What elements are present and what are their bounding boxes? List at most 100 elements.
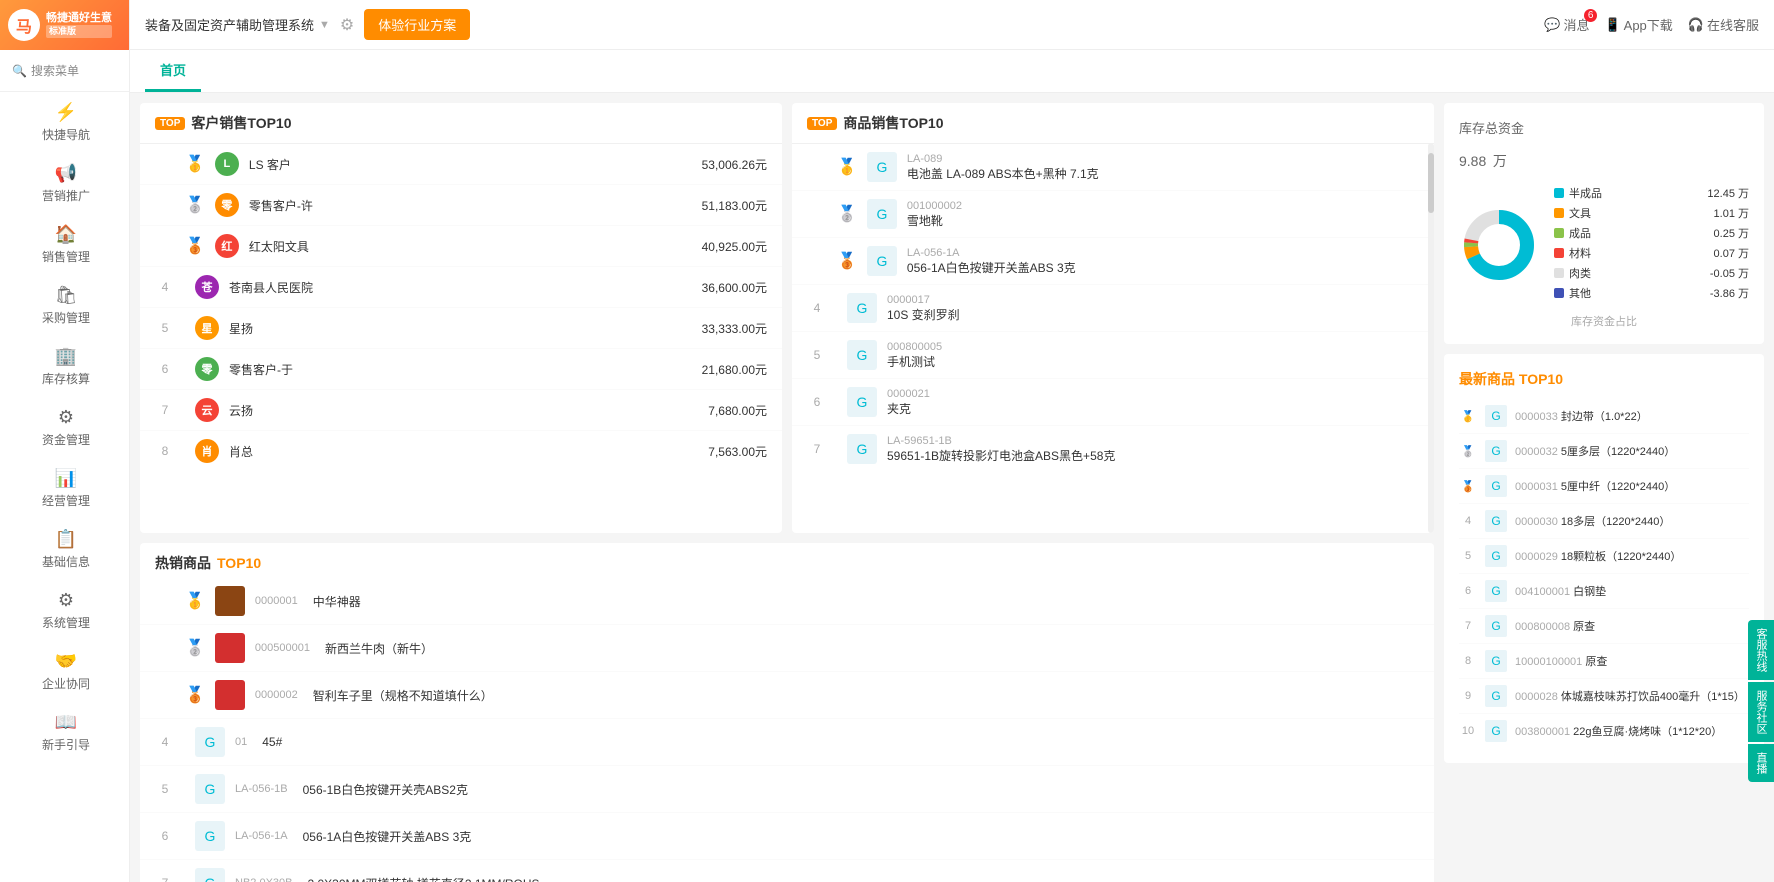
rank-avatar: 肖 <box>195 439 219 463</box>
new-product-row: 9 G 0000028 体城嘉枝味苏打饮品400毫升（1*15） <box>1459 679 1749 714</box>
sidebar-item-marketing[interactable]: 📢 营销推广 <box>0 153 129 214</box>
np-name: 18颗粒板（1220*2440） <box>1561 551 1681 563</box>
product-sales-row: 🥈 G 001000002 雪地靴 <box>792 191 1434 238</box>
rank-amount: 7,680.00元 <box>708 402 767 419</box>
hot-product-name: 056-1A白色按键开关盖ABS 3克 <box>303 828 472 845</box>
app-download-label: App下载 <box>1624 15 1673 34</box>
sidebar-item-enterprise[interactable]: 🤝 企业协同 <box>0 641 129 702</box>
hot-product-name: 45# <box>262 735 282 749</box>
product-info: LA-59651-1B 59651-1B旋转投影灯电池盒ABS黑色+58克 <box>887 435 1419 464</box>
legend-dot <box>1554 288 1564 298</box>
customer-ranking-row: 🥈 零 零售客户-许 51,183.00元 <box>140 185 782 226</box>
try-plan-button[interactable]: 体验行业方案 <box>364 9 470 40</box>
product-image: G <box>847 293 877 323</box>
hot-product-name: 中华神器 <box>313 593 361 610</box>
sidebar-item-purchase[interactable]: 🛍 采购管理 <box>0 275 129 336</box>
np-name: 22g鱼豆腐·烧烤味（1*12*20） <box>1573 726 1722 738</box>
product-sales-title: 商品销售TOP10 <box>843 113 943 133</box>
nav-label-finance: 资金管理 <box>42 431 90 448</box>
tab-home[interactable]: 首页 <box>145 50 201 92</box>
legend-value: -0.05 万 <box>1710 265 1749 281</box>
nav-label-basic-info: 基础信息 <box>42 553 90 570</box>
legend-value: 12.45 万 <box>1707 185 1749 201</box>
legend-dot <box>1554 208 1564 218</box>
float-service: 客服热线服务社区直播 <box>1748 620 1774 782</box>
hot-product-code: NB2.0X30B <box>235 877 292 882</box>
sidebar-item-system[interactable]: ⚙ 系统管理 <box>0 580 129 641</box>
product-image: G <box>867 152 897 182</box>
top-panels: TOP 客户销售TOP10 🥇 L LS 客户 53,006.26元 🥈 零 零… <box>140 103 1434 533</box>
two-col-layout: TOP 客户销售TOP10 🥇 L LS 客户 53,006.26元 🥈 零 零… <box>140 103 1764 882</box>
new-products-top-label: TOP10 <box>1519 371 1563 387</box>
hot-product-code: 0000001 <box>255 595 298 607</box>
np-info: 10000100001 原查 <box>1515 653 1749 669</box>
hot-product-row: 4 G 01 45# <box>140 719 1434 766</box>
message-button[interactable]: 💬 消息 6 <box>1544 15 1589 34</box>
main-area: 装备及固定资产辅助管理系统 ▼ ⚙ 体验行业方案 💬 消息 6 📱 App下载 … <box>130 0 1774 882</box>
np-rank: 6 <box>1459 585 1477 597</box>
legend-label: 材料 <box>1569 245 1709 261</box>
rank-amount: 36,600.00元 <box>702 279 767 296</box>
customer-ranking-row: 7 云 云扬 7,680.00元 <box>140 390 782 431</box>
new-product-row: 🥈 G 0000032 5厘多层（1220*2440） <box>1459 434 1749 469</box>
chevron-down-icon: ▼ <box>319 19 330 31</box>
np-rank: 8 <box>1459 655 1477 667</box>
nav-icon-basic-info: 📋 <box>55 529 77 550</box>
rank-name: 红太阳文具 <box>249 238 692 255</box>
np-info: 000800008 原查 <box>1515 618 1749 634</box>
right-column: 库存总资金 9.88 万 <box>1444 103 1764 882</box>
hot-product-code: 01 <box>235 736 247 748</box>
rank-name: 星扬 <box>229 320 692 337</box>
np-code: 0000028 <box>1515 691 1558 703</box>
search-menu-button[interactable]: 🔍 搜索菜单 <box>8 58 121 83</box>
customer-ranking-panel: TOP 客户销售TOP10 🥇 L LS 客户 53,006.26元 🥈 零 零… <box>140 103 782 533</box>
product-sales-panel: TOP 商品销售TOP10 🥇 G LA-089 电池盖 LA-089 ABS本… <box>792 103 1434 533</box>
product-name: 夹克 <box>887 400 1419 417</box>
np-image: G <box>1485 720 1507 742</box>
np-code: 004100001 <box>1515 586 1570 598</box>
nav-icon-finance: ⚙ <box>58 407 74 428</box>
nav-label-operations: 经营管理 <box>42 492 90 509</box>
hot-product-row: 5 G LA-056-1B 056-1B白色按键开关壳ABS2克 <box>140 766 1434 813</box>
rank-amount: 53,006.26元 <box>702 156 767 173</box>
new-product-row: 8 G 10000100001 原查 <box>1459 644 1749 679</box>
float-service-button[interactable]: 直播 <box>1748 744 1774 782</box>
product-code: 0000017 <box>887 294 1419 306</box>
sidebar-item-finance[interactable]: ⚙ 资金管理 <box>0 397 129 458</box>
sidebar-item-basic-info[interactable]: 📋 基础信息 <box>0 519 129 580</box>
np-image: G <box>1485 650 1507 672</box>
float-service-button[interactable]: 客服热线 <box>1748 620 1774 680</box>
product-sales-list: 🥇 G LA-089 电池盖 LA-089 ABS本色+黑种 7.1克 🥈 G … <box>792 144 1434 533</box>
float-service-button[interactable]: 服务社区 <box>1748 682 1774 742</box>
online-service-button[interactable]: 🎧 在线客服 <box>1688 15 1759 34</box>
rank-name: 零售客户-许 <box>249 197 692 214</box>
legend-dot <box>1554 248 1564 258</box>
np-image: G <box>1485 510 1507 532</box>
sidebar-item-sales[interactable]: 🏠 销售管理 <box>0 214 129 275</box>
sidebar-item-guide[interactable]: 📖 新手引导 <box>0 702 129 763</box>
content-main: TOP 客户销售TOP10 🥇 L LS 客户 53,006.26元 🥈 零 零… <box>130 93 1774 882</box>
hot-product-image: G <box>195 821 225 851</box>
np-image: G <box>1485 475 1507 497</box>
sidebar-item-operations[interactable]: 📊 经营管理 <box>0 458 129 519</box>
rank-medal: 🥉 <box>185 236 205 256</box>
new-products-title-text: 最新商品 <box>1459 371 1515 387</box>
legend-dot <box>1554 268 1564 278</box>
rank-amount: 7,563.00元 <box>708 443 767 460</box>
sidebar-item-inventory[interactable]: 🏢 库存核算 <box>0 336 129 397</box>
np-code: 0000029 <box>1515 551 1558 563</box>
rank-number: 7 <box>807 442 827 456</box>
new-product-row: 6 G 004100001 白钢垫 <box>1459 574 1749 609</box>
rank-avatar: 零 <box>215 193 239 217</box>
scrollbar[interactable] <box>1428 143 1434 533</box>
hot-products-title: 热销商品 <box>155 553 211 573</box>
np-info: 0000032 5厘多层（1220*2440） <box>1515 443 1749 459</box>
nav-icon-quick-nav: ⚡ <box>55 102 77 123</box>
app-download-button[interactable]: 📱 App下载 <box>1604 15 1672 34</box>
hot-product-code: LA-056-1A <box>235 830 288 842</box>
settings-icon[interactable]: ⚙ <box>340 15 354 35</box>
sidebar-item-quick-nav[interactable]: ⚡ 快捷导航 <box>0 92 129 153</box>
hot-product-name: 2.0X30MM双搓花轴.搓花直径2.1MM/ROHS <box>307 875 539 882</box>
scrollbar-thumb[interactable] <box>1428 153 1434 213</box>
sidebar-nav: ⚡ 快捷导航📢 营销推广🏠 销售管理🛍 采购管理🏢 库存核算⚙ 资金管理📊 经营… <box>0 92 129 882</box>
